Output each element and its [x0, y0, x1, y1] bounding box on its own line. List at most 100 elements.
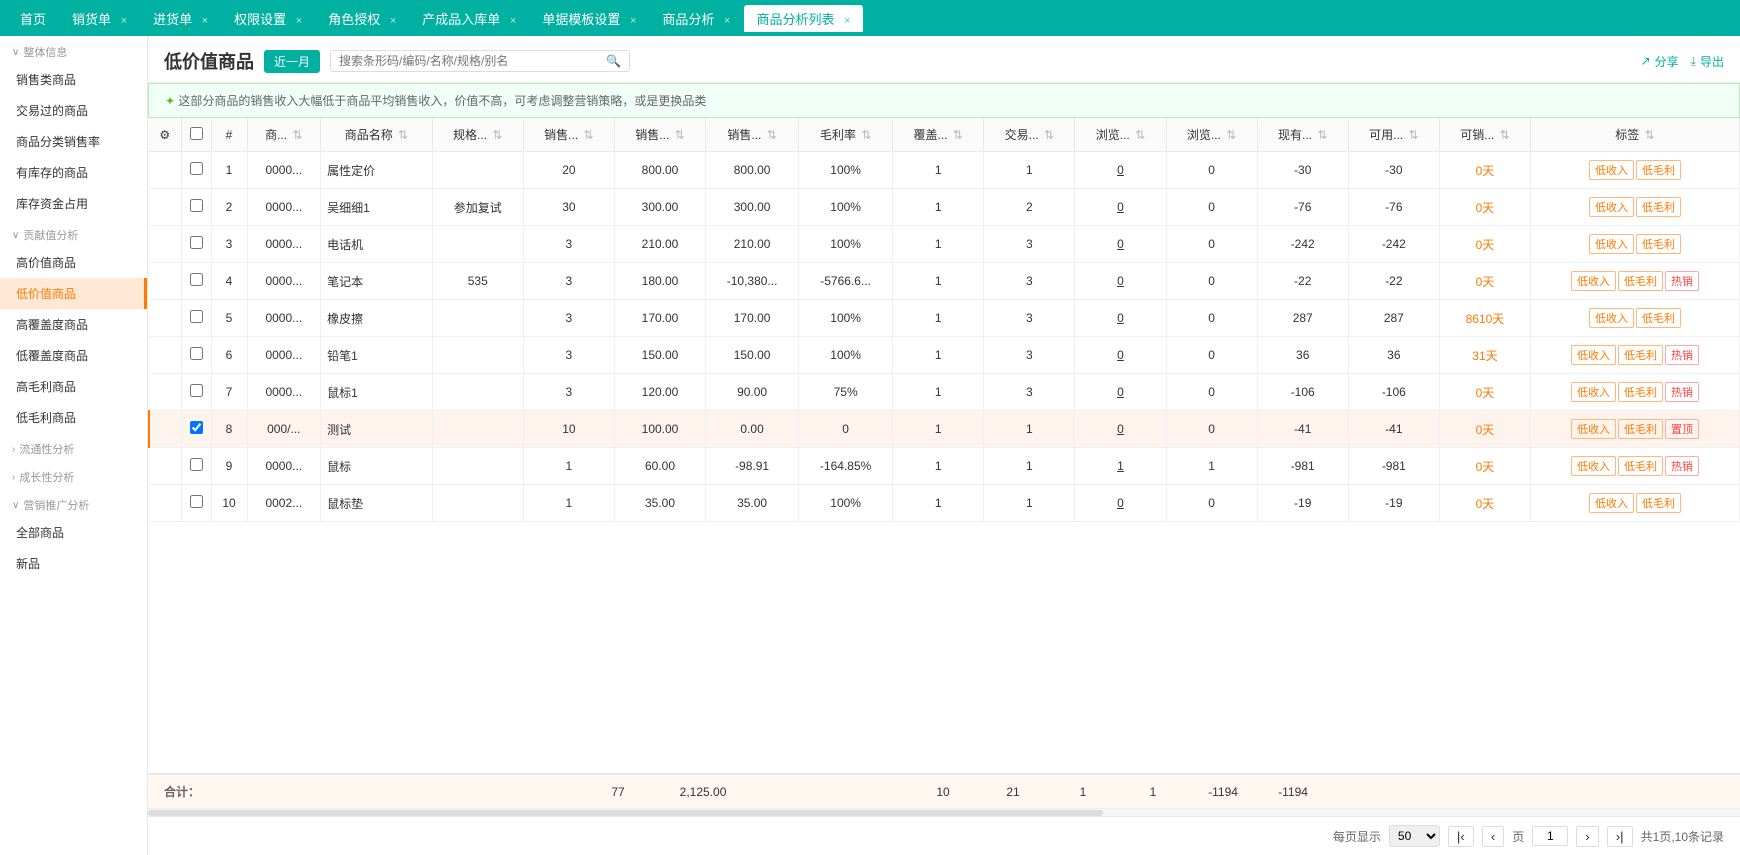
- th-sales2[interactable]: 销售... ⇅: [614, 118, 705, 152]
- td-sales1: 3: [523, 226, 614, 263]
- th-code[interactable]: 商... ⇅: [247, 118, 321, 152]
- footer-view1-total: 1: [1048, 785, 1118, 799]
- td-gross: 0: [799, 411, 893, 448]
- row-checkbox[interactable]: [190, 310, 203, 323]
- nav-item-product-analysis[interactable]: 商品分析 ×: [650, 5, 742, 32]
- page-number-input[interactable]: [1532, 826, 1568, 846]
- th-cover[interactable]: 覆盖... ⇅: [893, 118, 984, 152]
- row-checkbox[interactable]: [190, 458, 203, 471]
- th-sales1[interactable]: 销售... ⇅: [523, 118, 614, 152]
- td-view1[interactable]: 0: [1075, 374, 1166, 411]
- td-view1[interactable]: 0: [1075, 263, 1166, 300]
- sidebar-group-contribution[interactable]: ∨ 贡献值分析: [0, 219, 147, 247]
- sidebar-item-high-value[interactable]: 高价值商品: [0, 247, 147, 278]
- row-checkbox[interactable]: [190, 421, 203, 434]
- tag: 低收入: [1571, 382, 1616, 402]
- th-num: #: [211, 118, 247, 152]
- td-view1[interactable]: 0: [1075, 411, 1166, 448]
- td-trade: 3: [984, 300, 1075, 337]
- sidebar-item-stocked-goods[interactable]: 有库存的商品: [0, 157, 147, 188]
- next-page-button[interactable]: ›: [1576, 826, 1598, 847]
- sidebar-item-low-margin[interactable]: 低毛利商品: [0, 402, 147, 433]
- row-checkbox[interactable]: [190, 495, 203, 508]
- nav-item-template[interactable]: 单据模板设置 ×: [530, 5, 648, 32]
- sidebar-item-inventory-fund[interactable]: 库存资金占用: [0, 188, 147, 219]
- close-icon[interactable]: ×: [844, 15, 850, 27]
- sidebar-item-high-margin[interactable]: 高毛利商品: [0, 371, 147, 402]
- th-name[interactable]: 商品名称 ⇅: [321, 118, 433, 152]
- row-checkbox[interactable]: [190, 273, 203, 286]
- per-page-select[interactable]: 50 100 200: [1389, 825, 1440, 847]
- nav-item-sales[interactable]: 销货单 ×: [60, 5, 139, 32]
- page-header: 低价值商品 近一月 🔍 ↗ 分享 ⤓ 导出: [148, 36, 1740, 83]
- nav-item-role[interactable]: 角色授权 ×: [316, 5, 408, 32]
- chevron-right-icon: ›: [12, 472, 15, 483]
- th-stock3[interactable]: 可销... ⇅: [1439, 118, 1530, 152]
- nav-item-purchase[interactable]: 进货单 ×: [141, 5, 220, 32]
- th-gear[interactable]: ⚙: [149, 118, 181, 152]
- sidebar-item-low-coverage[interactable]: 低覆盖度商品: [0, 340, 147, 371]
- th-view1[interactable]: 浏览... ⇅: [1075, 118, 1166, 152]
- search-input[interactable]: [339, 54, 600, 68]
- td-gear: [149, 263, 181, 300]
- horizontal-scrollbar[interactable]: [148, 808, 1740, 816]
- search-icon[interactable]: 🔍: [606, 54, 621, 68]
- sidebar-item-traded-goods[interactable]: 交易过的商品: [0, 95, 147, 126]
- nav-item-permission[interactable]: 权限设置 ×: [222, 5, 314, 32]
- close-icon[interactable]: ×: [296, 15, 302, 27]
- th-gross[interactable]: 毛利率 ⇅: [799, 118, 893, 152]
- th-trade[interactable]: 交易... ⇅: [984, 118, 1075, 152]
- close-icon[interactable]: ×: [202, 15, 208, 27]
- sidebar-item-category-sales[interactable]: 商品分类销售率: [0, 126, 147, 157]
- td-view1[interactable]: 0: [1075, 189, 1166, 226]
- th-stock1[interactable]: 现有... ⇅: [1257, 118, 1348, 152]
- th-tags[interactable]: 标签 ⇅: [1531, 118, 1740, 152]
- tag: 低毛利: [1618, 456, 1663, 476]
- td-cover: 1: [893, 263, 984, 300]
- nav-item-home[interactable]: 首页: [8, 5, 58, 32]
- row-checkbox[interactable]: [190, 199, 203, 212]
- sidebar-item-low-value[interactable]: 低价值商品: [0, 278, 147, 309]
- th-stock2[interactable]: 可用... ⇅: [1348, 118, 1439, 152]
- row-checkbox[interactable]: [190, 384, 203, 397]
- th-view2[interactable]: 浏览... ⇅: [1166, 118, 1257, 152]
- tag: 热销: [1665, 345, 1699, 365]
- sidebar-item-all-goods[interactable]: 全部商品: [0, 517, 147, 548]
- close-icon[interactable]: ×: [121, 15, 127, 27]
- td-days: 0天: [1439, 189, 1530, 226]
- sidebar-group-liquidity[interactable]: › 流通性分析: [0, 433, 147, 461]
- td-name: 鼠标垫: [321, 485, 433, 522]
- prev-page-button[interactable]: ‹: [1482, 826, 1504, 847]
- sidebar-item-new-goods[interactable]: 新品: [0, 548, 147, 579]
- last-page-button[interactable]: ›|: [1607, 826, 1633, 847]
- row-checkbox[interactable]: [190, 162, 203, 175]
- close-icon[interactable]: ×: [724, 15, 730, 27]
- row-checkbox[interactable]: [190, 236, 203, 249]
- sidebar-group-marketing[interactable]: ∨ 营销推广分析: [0, 489, 147, 517]
- nav-item-product-analysis-list[interactable]: 商品分析列表 ×: [744, 5, 862, 32]
- th-spec[interactable]: 规格... ⇅: [432, 118, 523, 152]
- td-view1[interactable]: 0: [1075, 152, 1166, 189]
- footer-sales2-total: 2,125.00: [658, 785, 748, 799]
- footer-label: 合计：: [164, 783, 200, 800]
- td-view1[interactable]: 0: [1075, 485, 1166, 522]
- select-all-checkbox[interactable]: [190, 127, 203, 140]
- close-icon[interactable]: ×: [510, 15, 516, 27]
- export-button[interactable]: ⤓ 导出: [1691, 53, 1724, 70]
- th-sales3[interactable]: 销售... ⇅: [706, 118, 799, 152]
- td-view1[interactable]: 0: [1075, 300, 1166, 337]
- nav-item-product-inbound[interactable]: 产成品入库单 ×: [410, 5, 528, 32]
- close-icon[interactable]: ×: [630, 15, 636, 27]
- sidebar-group-overall[interactable]: ∨ 整体信息: [0, 36, 147, 64]
- row-checkbox[interactable]: [190, 347, 203, 360]
- first-page-button[interactable]: |‹: [1448, 826, 1474, 847]
- td-view1[interactable]: 0: [1075, 226, 1166, 263]
- td-view1[interactable]: 1: [1075, 448, 1166, 485]
- share-button[interactable]: ↗ 分享: [1641, 53, 1679, 70]
- sidebar-item-high-coverage[interactable]: 高覆盖度商品: [0, 309, 147, 340]
- sidebar-group-growth[interactable]: › 成长性分析: [0, 461, 147, 489]
- td-view1[interactable]: 0: [1075, 337, 1166, 374]
- time-filter-button[interactable]: 近一月: [264, 50, 320, 73]
- sidebar-item-sales-goods[interactable]: 销售类商品: [0, 64, 147, 95]
- close-icon[interactable]: ×: [390, 15, 396, 27]
